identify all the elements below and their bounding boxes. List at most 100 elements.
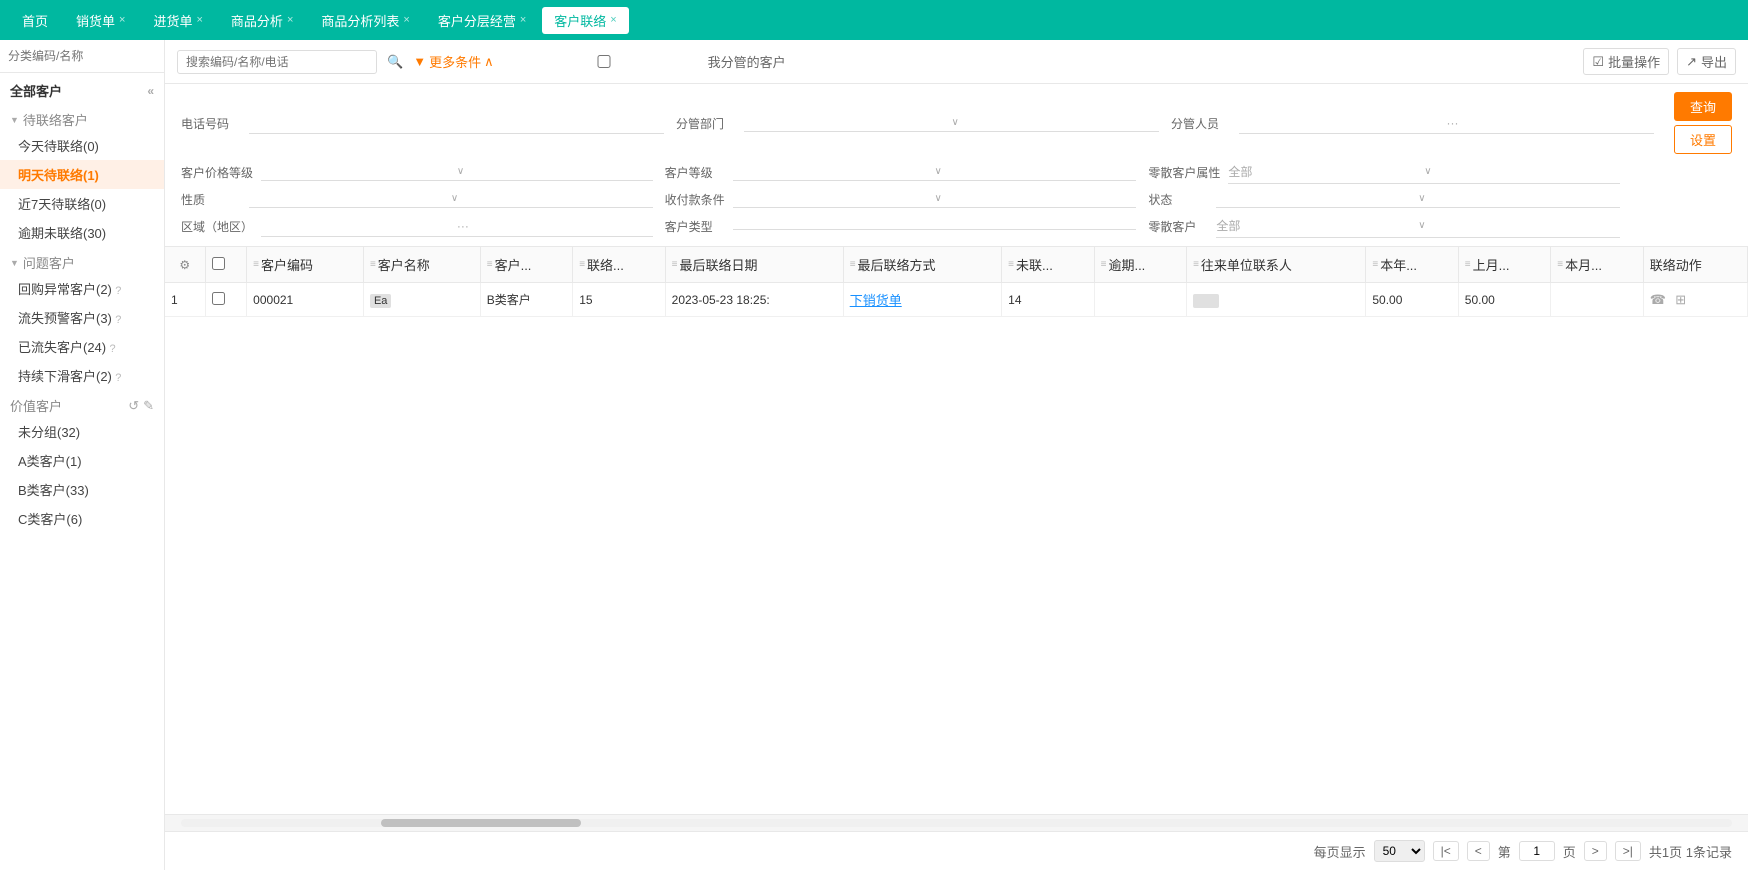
customer-level-select[interactable]: ∨: [733, 163, 1137, 181]
sidebar-item-ungrouped[interactable]: 未分组(32): [0, 417, 164, 446]
close-icon[interactable]: ×: [196, 14, 202, 26]
collapse-icon[interactable]: «: [147, 84, 154, 98]
dots-icon[interactable]: ···: [453, 219, 653, 233]
last-page-btn[interactable]: >|: [1615, 841, 1641, 861]
nav-customer-contact[interactable]: 客户联络 ×: [542, 7, 628, 34]
sidebar-item-class-a[interactable]: A类客户(1): [0, 446, 164, 475]
filter-actions: ☑ 批量操作 ↗ 导出: [1583, 48, 1736, 75]
nav-product-analysis[interactable]: 商品分析 ×: [219, 7, 305, 34]
prev-page-btn[interactable]: <: [1467, 841, 1490, 861]
close-icon[interactable]: ×: [403, 14, 409, 26]
select-all-checkbox[interactable]: [212, 257, 225, 270]
batch-op-button[interactable]: ☑ 批量操作: [1583, 48, 1669, 75]
status-select[interactable]: ∨: [1216, 190, 1620, 208]
sidebar-item-repurchase-abnormal[interactable]: 回购异常客户(2) ?: [0, 274, 164, 303]
col-last-contact-date: 最后联络日期: [665, 247, 843, 283]
more-conditions-btn[interactable]: ▼ 更多条件 ∧: [413, 52, 493, 71]
nav-purchase-order[interactable]: 进货单 ×: [141, 7, 214, 34]
sidebar-item-churned[interactable]: 已流失客户(24) ?: [0, 332, 164, 361]
customer-table: ⚙ 客户编码 客户名称 客户... 联络... 最后联络日期 最后联络方式 未联…: [165, 247, 1748, 317]
sidebar-item-overdue[interactable]: 逾期未联络(30): [0, 218, 164, 247]
retail-customer-select[interactable]: 全部 ∨: [1216, 214, 1620, 238]
customer-type-select[interactable]: [733, 223, 1137, 230]
content-area: 🔍 ▼ 更多条件 ∧ 我分管的客户 ☑ 批量操作 ↗ 导出: [165, 40, 1748, 870]
nav-sales-order[interactable]: 销货单 ×: [64, 7, 137, 34]
phone-input[interactable]: [249, 113, 664, 134]
export-button[interactable]: ↗ 导出: [1677, 48, 1736, 75]
action-more-icon[interactable]: ⊞: [1675, 292, 1686, 307]
reset-button[interactable]: 设置: [1674, 125, 1732, 154]
value-group-label: 价值客户 ↺ ✎: [0, 390, 164, 417]
all-customers-header[interactable]: 全部客户 «: [0, 73, 164, 104]
sidebar-item-declining[interactable]: 持续下滑客户(2) ?: [0, 361, 164, 390]
filter-row-4: 区域（地区） ··· 客户类型 零散客户 全部 ∨: [181, 214, 1732, 238]
close-icon[interactable]: ×: [520, 14, 526, 26]
col-contact-person: 往来单位联系人: [1187, 247, 1366, 283]
row-this-year: 50.00: [1366, 283, 1458, 317]
row-checkbox[interactable]: [212, 292, 225, 305]
sidebar-search-area: 🔍: [0, 40, 164, 73]
filter-icon: ▼: [413, 54, 426, 69]
help-icon[interactable]: ?: [115, 372, 121, 384]
payment-terms-select[interactable]: ∨: [733, 190, 1137, 208]
col-this-month: 本月...: [1551, 247, 1643, 283]
sidebar-item-tomorrow[interactable]: 明天待联络(1): [0, 160, 164, 189]
first-page-btn[interactable]: |<: [1433, 841, 1459, 861]
help-icon[interactable]: ?: [115, 314, 121, 326]
manage-person-field: 分管人员 ···: [1171, 113, 1654, 134]
customer-value-level-select[interactable]: ∨: [261, 163, 653, 181]
help-icon[interactable]: ?: [109, 343, 115, 355]
chevron-down-icon: ∨: [1418, 220, 1620, 231]
dots-icon[interactable]: ···: [1443, 116, 1655, 130]
chevron-down-icon: ∨: [952, 117, 1160, 128]
help-icon[interactable]: ?: [115, 285, 121, 297]
column-settings-icon[interactable]: ⚙: [165, 247, 205, 283]
top-nav: 首页 销货单 × 进货单 × 商品分析 × 商品分析列表 × 客户分层经营 × …: [0, 0, 1748, 40]
nav-home[interactable]: 首页: [10, 7, 60, 34]
advanced-filter: 电话号码 分管部门 ∨ 分管人员 ···: [165, 84, 1748, 247]
row-last-contact-method: 下销货单: [843, 283, 1001, 317]
my-customers-checkbox[interactable]: [504, 55, 704, 68]
filter-search-icon[interactable]: 🔍: [387, 54, 403, 70]
customer-value-level-field: 客户价格等级 ∨: [181, 163, 653, 181]
close-icon[interactable]: ×: [287, 14, 293, 26]
sidebar-item-7days[interactable]: 近7天待联络(0): [0, 189, 164, 218]
sidebar-item-today[interactable]: 今天待联络(0): [0, 131, 164, 160]
row-last-contact-date: 2023-05-23 18:25:: [665, 283, 843, 317]
row-no-contact: 14: [1002, 283, 1094, 317]
col-this-year: 本年...: [1366, 247, 1458, 283]
sidebar-item-churn-warning[interactable]: 流失预警客户(3) ?: [0, 303, 164, 332]
next-page-btn[interactable]: >: [1584, 841, 1607, 861]
edit-icon[interactable]: ✎: [143, 398, 154, 414]
sidebar-search-input[interactable]: [8, 49, 163, 63]
close-icon[interactable]: ×: [610, 14, 616, 26]
page-number-input[interactable]: [1519, 841, 1555, 861]
filter-bar: 🔍 ▼ 更多条件 ∧ 我分管的客户 ☑ 批量操作 ↗ 导出: [165, 40, 1748, 84]
sidebar-item-class-b[interactable]: B类客户(33): [0, 475, 164, 504]
query-button[interactable]: 查询: [1674, 92, 1732, 121]
row-contact-person: [1187, 283, 1366, 317]
last-contact-link[interactable]: 下销货单: [850, 293, 902, 308]
row-type: B类客户: [480, 283, 572, 317]
search-input[interactable]: [177, 50, 377, 74]
retail-customer-field: 零散客户 全部 ∨: [1148, 214, 1620, 238]
chevron-down-icon: ∨: [451, 193, 653, 204]
close-icon[interactable]: ×: [119, 14, 125, 26]
sidebar: 🔍 全部客户 « 待联络客户 今天待联络(0) 明天待联络(1) 近7天待联络(…: [0, 40, 165, 870]
scroll-thumb[interactable]: [381, 819, 581, 827]
customer-type-field: 客户类型: [665, 218, 1137, 235]
gender-select[interactable]: ∨: [249, 190, 653, 208]
col-last-month: 上月...: [1458, 247, 1550, 283]
refresh-icon[interactable]: ↺: [128, 398, 139, 414]
region-select[interactable]: ···: [261, 216, 653, 237]
manage-person-select[interactable]: ···: [1239, 113, 1654, 134]
col-overdue: 逾期...: [1094, 247, 1186, 283]
per-page-select[interactable]: 50 100 200: [1374, 840, 1425, 862]
nav-customer-tier[interactable]: 客户分层经营 ×: [426, 7, 538, 34]
manage-dept-select[interactable]: ∨: [744, 114, 1159, 132]
nav-product-analysis-list[interactable]: 商品分析列表 ×: [309, 7, 421, 34]
row-contacts: 15: [573, 283, 665, 317]
retail-attr-select[interactable]: 全部 ∨: [1228, 160, 1620, 184]
sidebar-item-class-c[interactable]: C类客户(6): [0, 504, 164, 533]
action-contact-icon[interactable]: ☎: [1650, 292, 1666, 307]
